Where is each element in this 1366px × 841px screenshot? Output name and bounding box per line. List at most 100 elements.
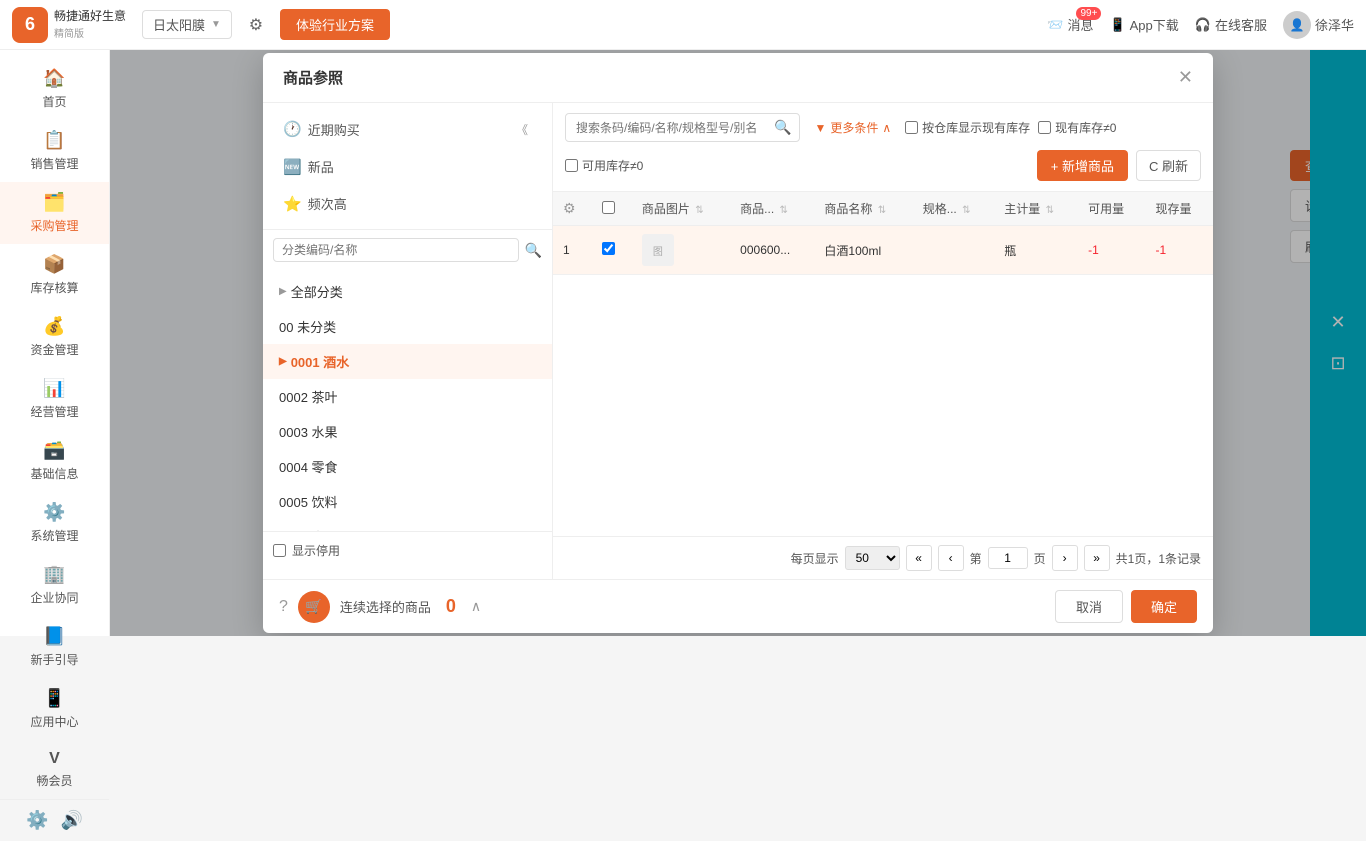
category-item-0004[interactable]: 0004 零食 [263, 449, 552, 484]
right-panel: 🔍 ▼ 更多条件 ∧ 按仓库显示现有库存 [553, 103, 1213, 579]
dropdown-arrow-icon: ▼ [211, 19, 221, 30]
sidebar-item-sales[interactable]: 📋 销售管理 [0, 120, 109, 182]
category-item-0003[interactable]: 0003 水果 [263, 414, 552, 449]
sidebar-item-system[interactable]: ⚙️ 系统管理 [0, 492, 109, 554]
sidebar-item-operations[interactable]: 📊 经营管理 [0, 368, 109, 430]
operations-icon: 📊 [43, 378, 65, 399]
category-item-0008[interactable]: 0008 水 [263, 519, 552, 531]
by-warehouse-checkbox[interactable] [905, 121, 918, 134]
user-nav-item[interactable]: 👤 徐泽华 [1283, 11, 1354, 39]
per-page-select[interactable]: 50 10 20 100 [845, 546, 900, 570]
col-checkbox [592, 192, 632, 226]
col-spec[interactable]: 规格... ⇅ [913, 192, 995, 226]
col-name[interactable]: 商品名称 ⇅ [814, 192, 912, 226]
sidebar-item-guide[interactable]: 📘 新手引导 [0, 616, 109, 678]
sidebar-item-apps[interactable]: 📱 应用中心 [0, 678, 109, 740]
finance-icon: 💰 [43, 316, 65, 337]
col-image[interactable]: 商品图片 ⇅ [632, 192, 730, 226]
frequent-button[interactable]: ⭐ 频次高 [273, 188, 542, 219]
sidebar-label-finance: 资金管理 [30, 341, 78, 358]
volume-icon[interactable]: 🔊 [61, 810, 83, 831]
sidebar-label-purchase: 采购管理 [30, 217, 78, 234]
prev-page-button[interactable]: ‹ [938, 545, 964, 571]
col-code[interactable]: 商品... ⇅ [730, 192, 814, 226]
nav-dropdown[interactable]: 日太阳膜 ▼ [142, 10, 232, 39]
col-unit[interactable]: 主计量 ⇅ [994, 192, 1078, 226]
row-checkbox-cell[interactable] [592, 226, 632, 275]
total-info: 共1页，1条记录 [1116, 550, 1201, 567]
filter-more-button[interactable]: ▼ 更多条件 ∧ [808, 115, 897, 140]
sidebar-item-enterprise[interactable]: 🏢 企业协同 [0, 554, 109, 616]
sidebar-item-purchase[interactable]: 🗂️ 采购管理 [0, 182, 109, 244]
headset-icon: 🎧 [1195, 17, 1211, 33]
sidebar-item-finance[interactable]: 💰 资金管理 [0, 306, 109, 368]
sidebar-item-member[interactable]: V 畅会员 [0, 740, 109, 799]
filter-label: 更多条件 [830, 119, 878, 136]
select-all-checkbox[interactable] [602, 201, 615, 214]
per-page-label: 每页显示 [791, 550, 839, 567]
current-stock-checkbox-label[interactable]: 现有库存≠0 [1038, 119, 1116, 136]
sidebar-label-guide: 新手引导 [30, 651, 78, 668]
row-checkbox[interactable] [602, 242, 615, 255]
refresh-button[interactable]: C 刷新 [1136, 150, 1201, 181]
sidebar-label-system: 系统管理 [30, 527, 78, 544]
show-disabled-checkbox[interactable] [273, 544, 286, 557]
continuous-label: 连续选择的商品 [340, 597, 431, 616]
left-panel-top: 🕐 近期购买 《 🆕 新品 ⭐ 频次高 [263, 113, 552, 230]
last-page-button[interactable]: » [1084, 545, 1110, 571]
cart-count: 0 [441, 596, 461, 617]
modal-close-button[interactable]: ✕ [1178, 67, 1193, 88]
by-warehouse-checkbox-label[interactable]: 按仓库显示现有库存 [905, 119, 1030, 136]
product-thumbnail: 图 [642, 234, 674, 266]
message-nav-item[interactable]: 📨 消息 99+ [1047, 15, 1093, 34]
avatar: 👤 [1283, 11, 1311, 39]
cart-icon: 🛒 [298, 591, 330, 623]
sidebar-label-operations: 经营管理 [30, 403, 78, 420]
add-product-button[interactable]: + 新增商品 [1037, 150, 1128, 181]
show-disabled-label[interactable]: 显示停用 [292, 542, 340, 559]
sidebar-item-home[interactable]: 🏠 首页 [0, 58, 109, 120]
settings-bottom-icon[interactable]: ⚙️ [26, 810, 48, 831]
product-table-wrapper: ⚙ 商品图片 ⇅ [553, 192, 1213, 536]
page-input[interactable] [988, 547, 1028, 569]
available-stock-checkbox[interactable] [565, 159, 578, 172]
current-stock-checkbox[interactable] [1038, 121, 1051, 134]
first-page-button[interactable]: « [906, 545, 932, 571]
category-item-00[interactable]: 00 未分类 [263, 309, 552, 344]
settings-icon[interactable]: ⚙ [240, 9, 272, 41]
next-page-button[interactable]: › [1052, 545, 1078, 571]
logo-name: 畅捷通好生意 [54, 9, 126, 25]
page-suffix: 页 [1034, 550, 1046, 567]
online-service-nav-item[interactable]: 🎧 在线客服 [1195, 15, 1267, 34]
sidebar-label-enterprise: 企业协同 [30, 589, 78, 606]
category-item-0005[interactable]: 0005 饮料 [263, 484, 552, 519]
table-header-row: ⚙ 商品图片 ⇅ [553, 192, 1213, 226]
category-label-0004: 0004 零食 [279, 457, 338, 476]
cancel-button[interactable]: 取消 [1055, 590, 1123, 623]
product-search-icon[interactable]: 🔍 [766, 114, 799, 141]
image-sort-icon: ⇅ [695, 205, 703, 216]
collapse-icon[interactable]: 《 [512, 119, 532, 139]
logo-area: 6 畅捷通好生意 精简版 [12, 7, 126, 43]
product-search-input[interactable] [566, 116, 766, 140]
gear-header-icon: ⚙ [563, 200, 576, 216]
trial-button[interactable]: 体验行业方案 [280, 9, 390, 40]
app-download-nav-item[interactable]: 📱 App下载 [1109, 15, 1178, 34]
confirm-button[interactable]: 确定 [1131, 590, 1197, 623]
category-search-icon[interactable]: 🔍 [525, 242, 542, 259]
category-item-all[interactable]: ▶ 全部分类 [263, 274, 552, 309]
category-item-0002[interactable]: 0002 茶叶 [263, 379, 552, 414]
recent-purchase-button[interactable]: 🕐 近期购买 《 [273, 113, 542, 145]
new-product-button[interactable]: 🆕 新品 [273, 151, 542, 182]
category-search-input[interactable] [273, 238, 519, 262]
available-stock-checkbox-label[interactable]: 可用库存≠0 [565, 157, 643, 174]
code-sort-icon: ⇅ [780, 205, 788, 216]
sidebar-item-basic[interactable]: 🗃️ 基础信息 [0, 430, 109, 492]
table-row[interactable]: 1 图 000600... 白酒100ml 瓶 -1 -1 [553, 226, 1213, 275]
col-gear[interactable]: ⚙ [553, 192, 592, 226]
category-item-0001[interactable]: ▶ 0001 酒水 [263, 344, 552, 379]
category-label-0001: 0001 酒水 [291, 352, 350, 371]
help-icon[interactable]: ? [279, 598, 288, 616]
sidebar-item-inventory[interactable]: 📦 库存核算 [0, 244, 109, 306]
footer-collapse-icon[interactable]: ∧ [471, 598, 481, 615]
